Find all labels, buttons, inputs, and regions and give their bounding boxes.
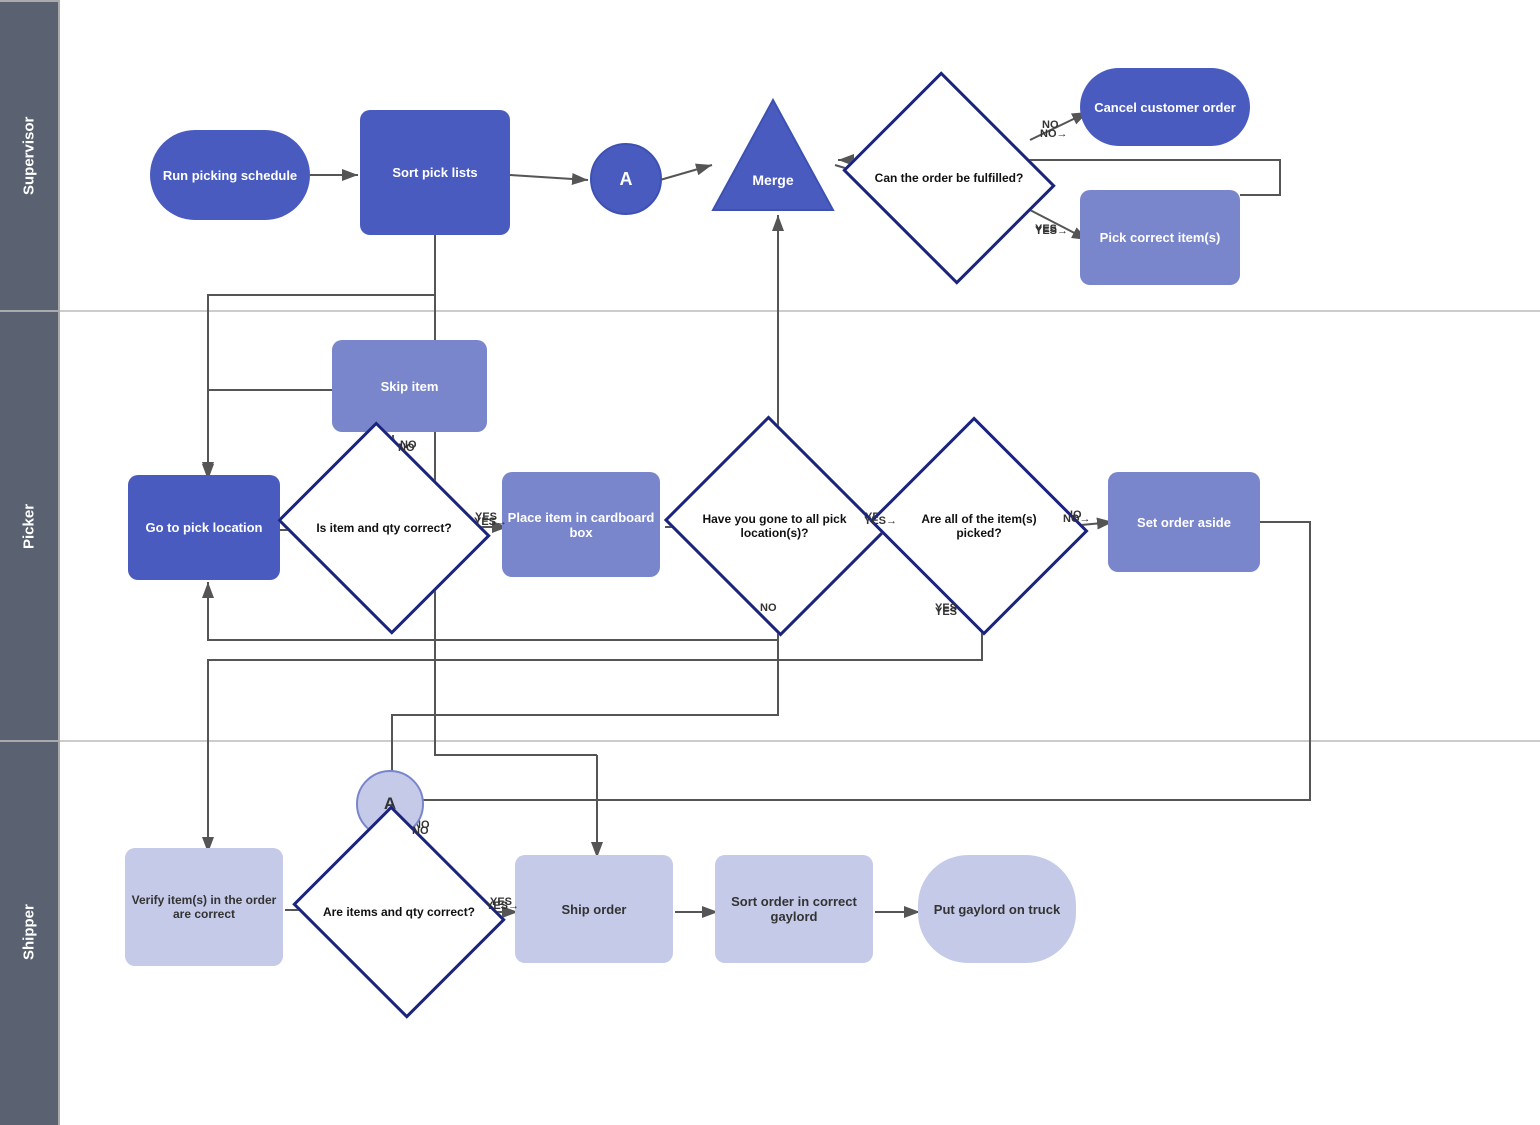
cancel-customer-order: Cancel customer order bbox=[1080, 68, 1250, 146]
svg-text:Merge: Merge bbox=[752, 172, 793, 188]
no-label-5: NO→ bbox=[1040, 128, 1068, 140]
go-to-pick-location: Go to pick location bbox=[128, 475, 280, 580]
yes-label-5: YES→ bbox=[1035, 225, 1068, 237]
yes-label-1: YES→ bbox=[474, 516, 507, 528]
sort-pick-lists: Sort pick lists bbox=[360, 110, 510, 235]
diagram-area: NO YES NO YES bbox=[60, 0, 1540, 1125]
yes-label-2: YES→ bbox=[864, 515, 897, 527]
shipper-label: Shipper bbox=[0, 740, 58, 1123]
no-label-4: NO bbox=[412, 825, 429, 837]
picker-label: Picker bbox=[0, 310, 58, 740]
no-label-2: NO bbox=[760, 602, 777, 614]
supervisor-label: Supervisor bbox=[0, 0, 58, 310]
yes-label-4: YES→ bbox=[486, 900, 519, 912]
all-items-picked: Are all of the item(s) picked? bbox=[898, 452, 1060, 600]
no-label-1: NO bbox=[398, 442, 415, 454]
lane-divider-2 bbox=[60, 740, 1540, 742]
merge-triangle: Merge bbox=[708, 95, 838, 215]
run-picking-schedule: Run picking schedule bbox=[150, 130, 310, 220]
swimlane-labels: Supervisor Picker Shipper bbox=[0, 0, 60, 1125]
yes-label-3: YES bbox=[935, 602, 957, 614]
no-label-3: NO→ bbox=[1063, 513, 1091, 525]
skip-item: Skip item bbox=[332, 340, 487, 432]
put-gaylord-truck: Put gaylord on truck bbox=[918, 855, 1076, 963]
can-order-fulfilled: Can the order be fulfilled? bbox=[868, 108, 1030, 248]
verify-items-order: Verify item(s) in the order are correct bbox=[125, 848, 283, 966]
circle-a-supervisor: A bbox=[590, 143, 662, 215]
pick-correct-items: Pick correct item(s) bbox=[1080, 190, 1240, 285]
set-order-aside: Set order aside bbox=[1108, 472, 1260, 572]
gone-all-pick-locations: Have you gone to all pick location(s)? bbox=[692, 452, 857, 600]
lane-divider-1 bbox=[60, 310, 1540, 312]
place-item-cardboard: Place item in cardboard box bbox=[502, 472, 660, 577]
sort-order-gaylord: Sort order in correct gaylord bbox=[715, 855, 873, 963]
is-item-qty-correct: Is item and qty correct? bbox=[303, 458, 465, 598]
are-items-qty-correct: Are items and qty correct? bbox=[318, 842, 480, 982]
ship-order: Ship order bbox=[515, 855, 673, 963]
flowchart-canvas: Supervisor Picker Shipper bbox=[0, 0, 1540, 1125]
